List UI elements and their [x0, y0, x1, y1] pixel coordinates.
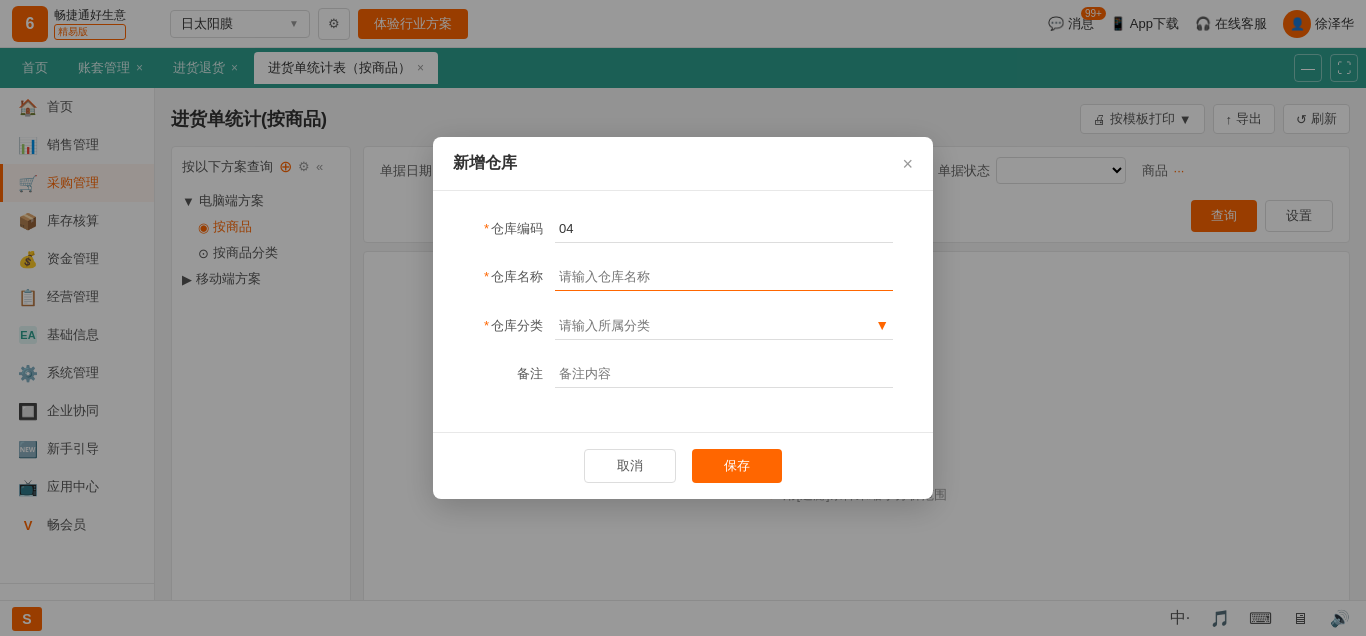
form-row-name: 仓库名称	[473, 263, 893, 291]
category-label: 仓库分类	[473, 317, 543, 335]
save-button[interactable]: 保存	[692, 449, 782, 483]
code-label: 仓库编码	[473, 220, 543, 238]
remark-input[interactable]	[555, 360, 893, 388]
modal-footer: 取消 保存	[433, 432, 933, 499]
category-input[interactable]	[559, 318, 875, 333]
form-row-category: 仓库分类 ▼	[473, 311, 893, 340]
modal-header: 新增仓库 ×	[433, 137, 933, 191]
remark-label: 备注	[473, 365, 543, 383]
form-row-remark: 备注	[473, 360, 893, 388]
cancel-button[interactable]: 取消	[584, 449, 676, 483]
modal-close-btn[interactable]: ×	[902, 155, 913, 173]
new-warehouse-modal: 新增仓库 × 仓库编码 仓库名称 仓库分类 ▼	[433, 137, 933, 499]
modal-title: 新增仓库	[453, 153, 517, 174]
name-input[interactable]	[555, 263, 893, 291]
modal-overlay: 新增仓库 × 仓库编码 仓库名称 仓库分类 ▼	[0, 0, 1366, 636]
name-label: 仓库名称	[473, 268, 543, 286]
form-row-code: 仓库编码	[473, 215, 893, 243]
code-input[interactable]	[555, 215, 893, 243]
category-select-wrap[interactable]: ▼	[555, 311, 893, 340]
modal-body: 仓库编码 仓库名称 仓库分类 ▼ 备注	[433, 191, 933, 432]
category-dropdown-arrow[interactable]: ▼	[875, 317, 889, 333]
